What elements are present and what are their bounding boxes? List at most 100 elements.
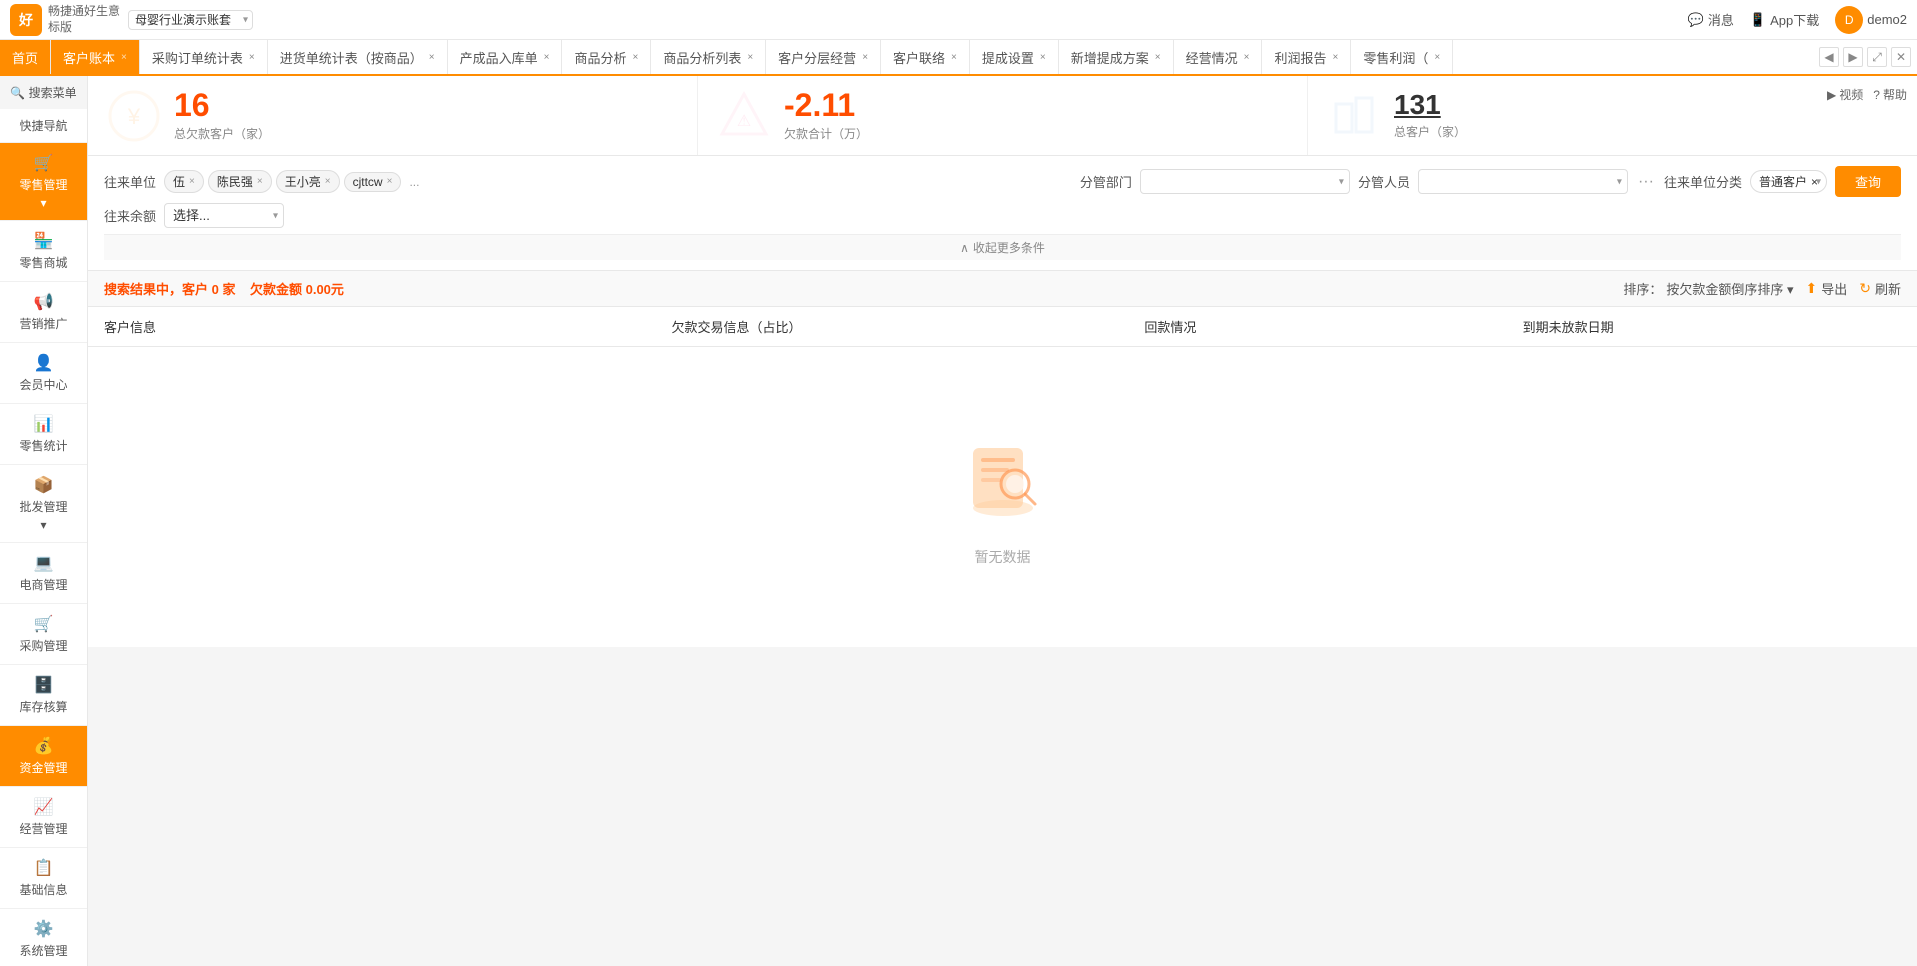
sidebar-item-retail-stats[interactable]: 📊 零售统计 — [0, 404, 87, 465]
tab-promo-settings[interactable]: 提成设置 × — [970, 40, 1059, 74]
message-btn[interactable]: 💬 消息 — [1688, 10, 1734, 29]
tag-close-1[interactable]: × — [189, 176, 195, 187]
filter-tag-1[interactable]: 伍 × — [164, 170, 204, 193]
sidebar-item-retail-mgmt[interactable]: 🛒 零售管理 ▾ — [0, 143, 87, 221]
sidebar-item-marketing[interactable]: 📢 营销推广 — [0, 282, 87, 343]
tab-goods-analysis[interactable]: 商品分析 × — [562, 40, 651, 74]
finance-icon: 💰 — [34, 736, 54, 756]
filter-more-btn[interactable]: ... — [405, 173, 423, 191]
col-debt-info: 欠款交易信息（占比） — [671, 317, 1144, 336]
person-dots[interactable]: ··· — [1636, 173, 1656, 191]
tab-customer-contact[interactable]: 客户联络 × — [881, 40, 970, 74]
tag-close-4[interactable]: × — [387, 176, 393, 187]
content-area: ¥ 16 总欠款客户（家） ⚠ -2.11 欠款合计 — [88, 76, 1917, 966]
sidebar-item-ecommerce[interactable]: 💻 电商管理 — [0, 543, 87, 604]
tab-retail-profit[interactable]: 零售利润（ × — [1351, 40, 1453, 74]
tab-purchase-order[interactable]: 采购订单统计表 × — [140, 40, 268, 74]
tab-inbound-stats[interactable]: 进货单统计表（按商品） × — [268, 40, 448, 74]
tab-home[interactable]: 首页 — [0, 40, 51, 74]
sidebar: 🔍 搜索菜单 快捷导航 🛒 零售管理 ▾ 🏪 零售商城 📢 营销推广 👤 会员中… — [0, 76, 88, 966]
tab-close-ops[interactable]: × — [1244, 52, 1250, 63]
store-selector-wrap[interactable]: 母婴行业演示账套 — [128, 10, 253, 30]
message-icon: 💬 — [1688, 12, 1704, 28]
tag-close-2[interactable]: × — [257, 176, 263, 187]
person-select-container[interactable] — [1418, 169, 1628, 194]
classification-close[interactable]: × — [1811, 175, 1818, 189]
remainder-select-container[interactable]: 选择... — [164, 203, 284, 228]
sidebar-item-basic-info[interactable]: 📋 基础信息 — [0, 848, 87, 909]
sidebar-item-purchase[interactable]: 🛒 采购管理 — [0, 604, 87, 665]
sidebar-item-operations[interactable]: 📈 经营管理 — [0, 787, 87, 848]
tab-close-goods-list[interactable]: × — [747, 52, 753, 63]
sidebar-item-wholesale[interactable]: 📦 批发管理 ▾ — [0, 465, 87, 543]
tab-close-segment[interactable]: × — [862, 52, 868, 63]
main-layout: 🔍 搜索菜单 快捷导航 🛒 零售管理 ▾ 🏪 零售商城 📢 营销推广 👤 会员中… — [0, 76, 1917, 966]
help-btn[interactable]: ? 帮助 — [1873, 86, 1907, 103]
dept-input[interactable] — [1140, 169, 1350, 194]
collapse-arrow-icon: ∧ — [960, 241, 969, 255]
nav-close-all-btn[interactable]: ✕ — [1891, 47, 1911, 67]
filter-tag-4[interactable]: cjttcw × — [344, 172, 402, 192]
sidebar-item-system[interactable]: ⚙️ 系统管理 — [0, 909, 87, 966]
tab-close-contact[interactable]: × — [951, 52, 957, 63]
svg-text:⚠: ⚠ — [737, 113, 751, 130]
nav-tabs: 首页 客户账本 × 采购订单统计表 × 进货单统计表（按商品） × 产成品入库单… — [0, 40, 1917, 76]
video-btn[interactable]: ▶ 视频 — [1827, 86, 1863, 103]
tab-profit-report[interactable]: 利润报告 × — [1262, 40, 1351, 74]
results-count: 0 — [212, 282, 219, 297]
stat-icon-debt: ⚠ — [718, 90, 770, 142]
user-area[interactable]: D demo2 — [1835, 6, 1907, 34]
sidebar-item-member[interactable]: 👤 会员中心 — [0, 343, 87, 404]
tab-close-profit[interactable]: × — [1332, 52, 1338, 63]
store-selector[interactable]: 母婴行业演示账套 — [128, 10, 253, 30]
query-button[interactable]: 查询 — [1835, 166, 1901, 197]
stat-text-customers: 16 总欠款客户（家） — [174, 89, 270, 142]
remainder-select[interactable]: 选择... — [164, 203, 284, 228]
sidebar-item-finance[interactable]: 💰 资金管理 — [0, 726, 87, 787]
tab-goods-analysis-list[interactable]: 商品分析列表 × — [651, 40, 766, 74]
classification-select-container[interactable]: 普通客户 × — [1750, 170, 1827, 193]
sidebar-quick-nav[interactable]: 快捷导航 — [0, 109, 87, 143]
tab-operations[interactable]: 经营情况 × — [1174, 40, 1263, 74]
nav-expand-btn[interactable]: ⤢ — [1867, 47, 1887, 67]
logo-icon: 好 — [10, 4, 42, 36]
tab-close-new-promo[interactable]: × — [1155, 52, 1161, 63]
tab-close-purchase[interactable]: × — [249, 52, 255, 63]
filter-tag-2[interactable]: 陈民强 × — [208, 170, 272, 193]
nav-next-btn[interactable]: ▶ — [1843, 47, 1863, 67]
tab-new-promo[interactable]: 新增提成方案 × — [1059, 40, 1174, 74]
tab-close-cost[interactable]: × — [544, 52, 550, 63]
nav-prev-btn[interactable]: ◀ — [1819, 47, 1839, 67]
retail-icon: 🛒 — [34, 153, 54, 173]
sort-label: 排序： — [1623, 279, 1662, 298]
mobile-icon: 📱 — [1750, 12, 1766, 28]
arrow-icon: ▾ — [40, 196, 46, 210]
tab-customer-segment[interactable]: 客户分层经营 × — [766, 40, 881, 74]
col-repayment: 回款情况 — [1144, 317, 1522, 336]
export-icon: ⬆ — [1806, 280, 1818, 297]
sidebar-item-retail-mall[interactable]: 🏪 零售商城 — [0, 221, 87, 282]
dept-select-container[interactable] — [1140, 169, 1350, 194]
classification-tag[interactable]: 普通客户 × — [1750, 170, 1827, 193]
tab-customer-account[interactable]: 客户账本 × — [51, 40, 140, 74]
collapse-btn[interactable]: ∧ 收起更多条件 — [104, 234, 1901, 260]
filter-tag-3[interactable]: 王小亮 × — [276, 170, 340, 193]
tab-close-customer-account[interactable]: × — [121, 52, 127, 63]
stat-num-debt: -2.11 — [784, 89, 868, 121]
unit-label: 往来单位 — [104, 172, 156, 191]
tab-close-promo[interactable]: × — [1040, 52, 1046, 63]
sidebar-item-inventory[interactable]: 🗄️ 库存核算 — [0, 665, 87, 726]
tab-close-inbound[interactable]: × — [429, 52, 435, 63]
tab-close-retail[interactable]: × — [1434, 52, 1440, 63]
sort-value[interactable]: 按欠款金额倒序排序 ▾ — [1666, 279, 1793, 298]
empty-text: 暂无数据 — [975, 547, 1031, 567]
tag-close-3[interactable]: × — [325, 176, 331, 187]
export-btn[interactable]: ⬆ 导出 — [1806, 279, 1848, 298]
refresh-btn[interactable]: ↻ 刷新 — [1859, 279, 1901, 298]
person-input[interactable] — [1418, 169, 1628, 194]
search-icon: 🔍 — [10, 86, 25, 100]
sidebar-search[interactable]: 🔍 搜索菜单 — [0, 76, 87, 109]
app-download-btn[interactable]: 📱 App下载 — [1750, 10, 1819, 29]
tab-cost-inbound[interactable]: 产成品入库单 × — [448, 40, 563, 74]
tab-close-goods[interactable]: × — [632, 52, 638, 63]
